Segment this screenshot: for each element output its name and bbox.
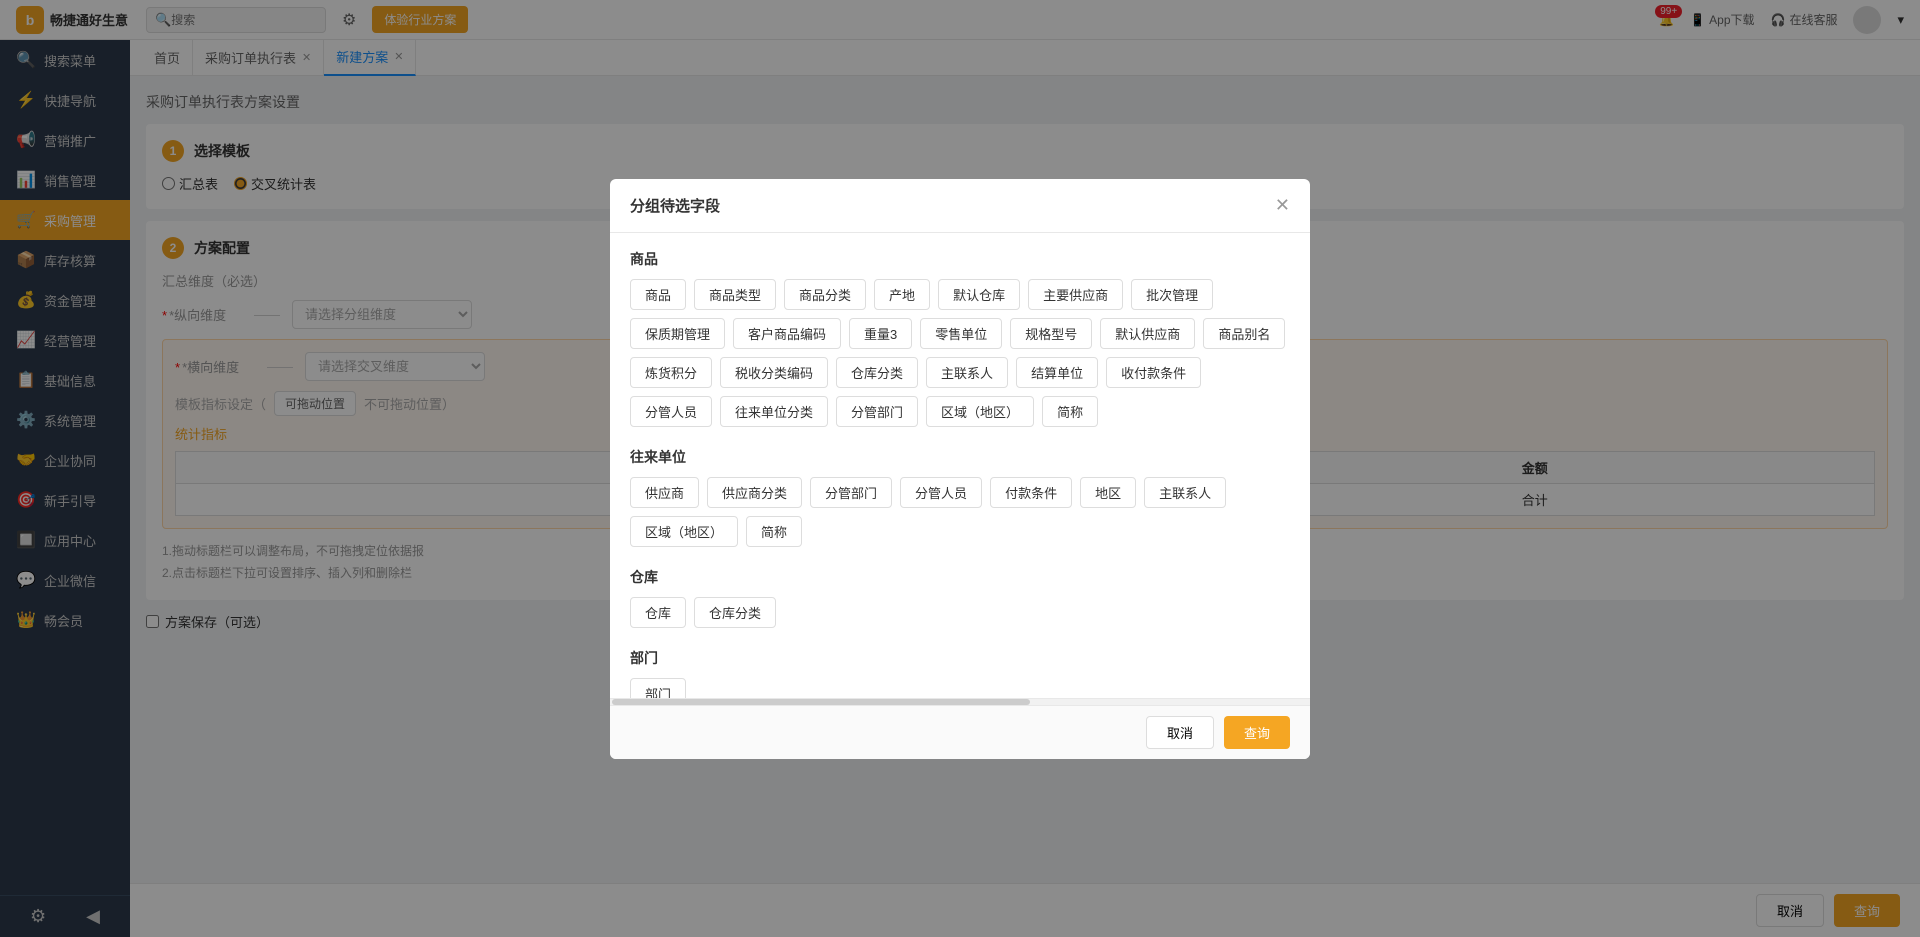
field-group-goods: 商品 商品 商品类型 商品分类 产地 默认仓库 主要供应商 批次管理 保质期管理…: [630, 249, 1290, 427]
modal-footer: 取消 查询: [610, 705, 1310, 759]
field-group-counterparty-title: 往来单位: [630, 447, 1290, 467]
field-tag-dept-supervisor[interactable]: 分管部门: [810, 477, 892, 508]
modal-overlay[interactable]: 分组待选字段 ✕ 商品 商品 商品类型 商品分类 产地 默认仓库 主要供应商 批…: [0, 0, 1920, 937]
field-tag-batch-management[interactable]: 批次管理: [1131, 279, 1213, 310]
field-tag-main-supplier[interactable]: 主要供应商: [1028, 279, 1123, 310]
field-tag-payment-terms[interactable]: 收付款条件: [1106, 357, 1201, 388]
modal-close-button[interactable]: ✕: [1275, 195, 1290, 216]
field-tag-weight3[interactable]: 重量3: [849, 318, 912, 349]
modal-scrollbar-thumb: [612, 699, 1030, 705]
field-tag-responsible-dept[interactable]: 分管部门: [836, 396, 918, 427]
field-tag-supplier-category[interactable]: 供应商分类: [707, 477, 802, 508]
field-tags-warehouse: 仓库 仓库分类: [630, 597, 1290, 628]
field-tag-area[interactable]: 地区: [1080, 477, 1136, 508]
field-tag-refine-points[interactable]: 炼货积分: [630, 357, 712, 388]
modal-header: 分组待选字段 ✕: [610, 179, 1310, 233]
field-tag-warehouse-category2[interactable]: 仓库分类: [694, 597, 776, 628]
modal-cancel-button[interactable]: 取消: [1146, 716, 1214, 749]
field-tag-region2[interactable]: 区域（地区）: [630, 516, 738, 547]
field-group-department-title: 部门: [630, 648, 1290, 668]
field-tag-default-supplier[interactable]: 默认供应商: [1100, 318, 1195, 349]
field-tag-goods[interactable]: 商品: [630, 279, 686, 310]
modal-dialog: 分组待选字段 ✕ 商品 商品 商品类型 商品分类 产地 默认仓库 主要供应商 批…: [610, 179, 1310, 759]
modal-horizontal-scrollbar[interactable]: [610, 698, 1310, 705]
field-group-counterparty: 往来单位 供应商 供应商分类 分管部门 分管人员 付款条件 地区 主联系人 区域…: [630, 447, 1290, 547]
field-tag-person-supervisor[interactable]: 分管人员: [900, 477, 982, 508]
modal-body: 商品 商品 商品类型 商品分类 产地 默认仓库 主要供应商 批次管理 保质期管理…: [610, 233, 1310, 698]
field-tag-warehouse-category[interactable]: 仓库分类: [836, 357, 918, 388]
field-tag-goods-type[interactable]: 商品类型: [694, 279, 776, 310]
field-tag-short-name[interactable]: 简称: [1042, 396, 1098, 427]
field-tag-origin[interactable]: 产地: [874, 279, 930, 310]
field-tag-spec-model[interactable]: 规格型号: [1010, 318, 1092, 349]
field-tag-short-name2[interactable]: 简称: [746, 516, 802, 547]
field-tag-counterparty-category[interactable]: 往来单位分类: [720, 396, 828, 427]
field-group-warehouse-title: 仓库: [630, 567, 1290, 587]
field-tag-retail-unit[interactable]: 零售单位: [920, 318, 1002, 349]
field-tags-counterparty: 供应商 供应商分类 分管部门 分管人员 付款条件 地区 主联系人 区域（地区） …: [630, 477, 1290, 547]
modal-confirm-button[interactable]: 查询: [1224, 716, 1290, 749]
field-group-department: 部门 部门: [630, 648, 1290, 698]
field-tag-goods-category[interactable]: 商品分类: [784, 279, 866, 310]
field-tag-settlement-unit[interactable]: 结算单位: [1016, 357, 1098, 388]
field-tag-tax-code[interactable]: 税收分类编码: [720, 357, 828, 388]
field-tag-region[interactable]: 区域（地区）: [926, 396, 1034, 427]
field-tag-default-warehouse[interactable]: 默认仓库: [938, 279, 1020, 310]
field-group-warehouse: 仓库 仓库 仓库分类: [630, 567, 1290, 628]
field-tag-goods-alias[interactable]: 商品别名: [1203, 318, 1285, 349]
field-tag-responsible-person[interactable]: 分管人员: [630, 396, 712, 427]
field-tag-expiry-management[interactable]: 保质期管理: [630, 318, 725, 349]
modal-title: 分组待选字段: [630, 195, 720, 216]
field-tag-warehouse[interactable]: 仓库: [630, 597, 686, 628]
field-tags-goods: 商品 商品类型 商品分类 产地 默认仓库 主要供应商 批次管理 保质期管理 客户…: [630, 279, 1290, 427]
field-tag-supplier[interactable]: 供应商: [630, 477, 699, 508]
field-tag-department[interactable]: 部门: [630, 678, 686, 698]
field-tags-department: 部门: [630, 678, 1290, 698]
field-tag-payment-condition[interactable]: 付款条件: [990, 477, 1072, 508]
field-tag-main-contact2[interactable]: 主联系人: [1144, 477, 1226, 508]
field-tag-main-contact[interactable]: 主联系人: [926, 357, 1008, 388]
field-group-goods-title: 商品: [630, 249, 1290, 269]
field-tag-customer-code[interactable]: 客户商品编码: [733, 318, 841, 349]
